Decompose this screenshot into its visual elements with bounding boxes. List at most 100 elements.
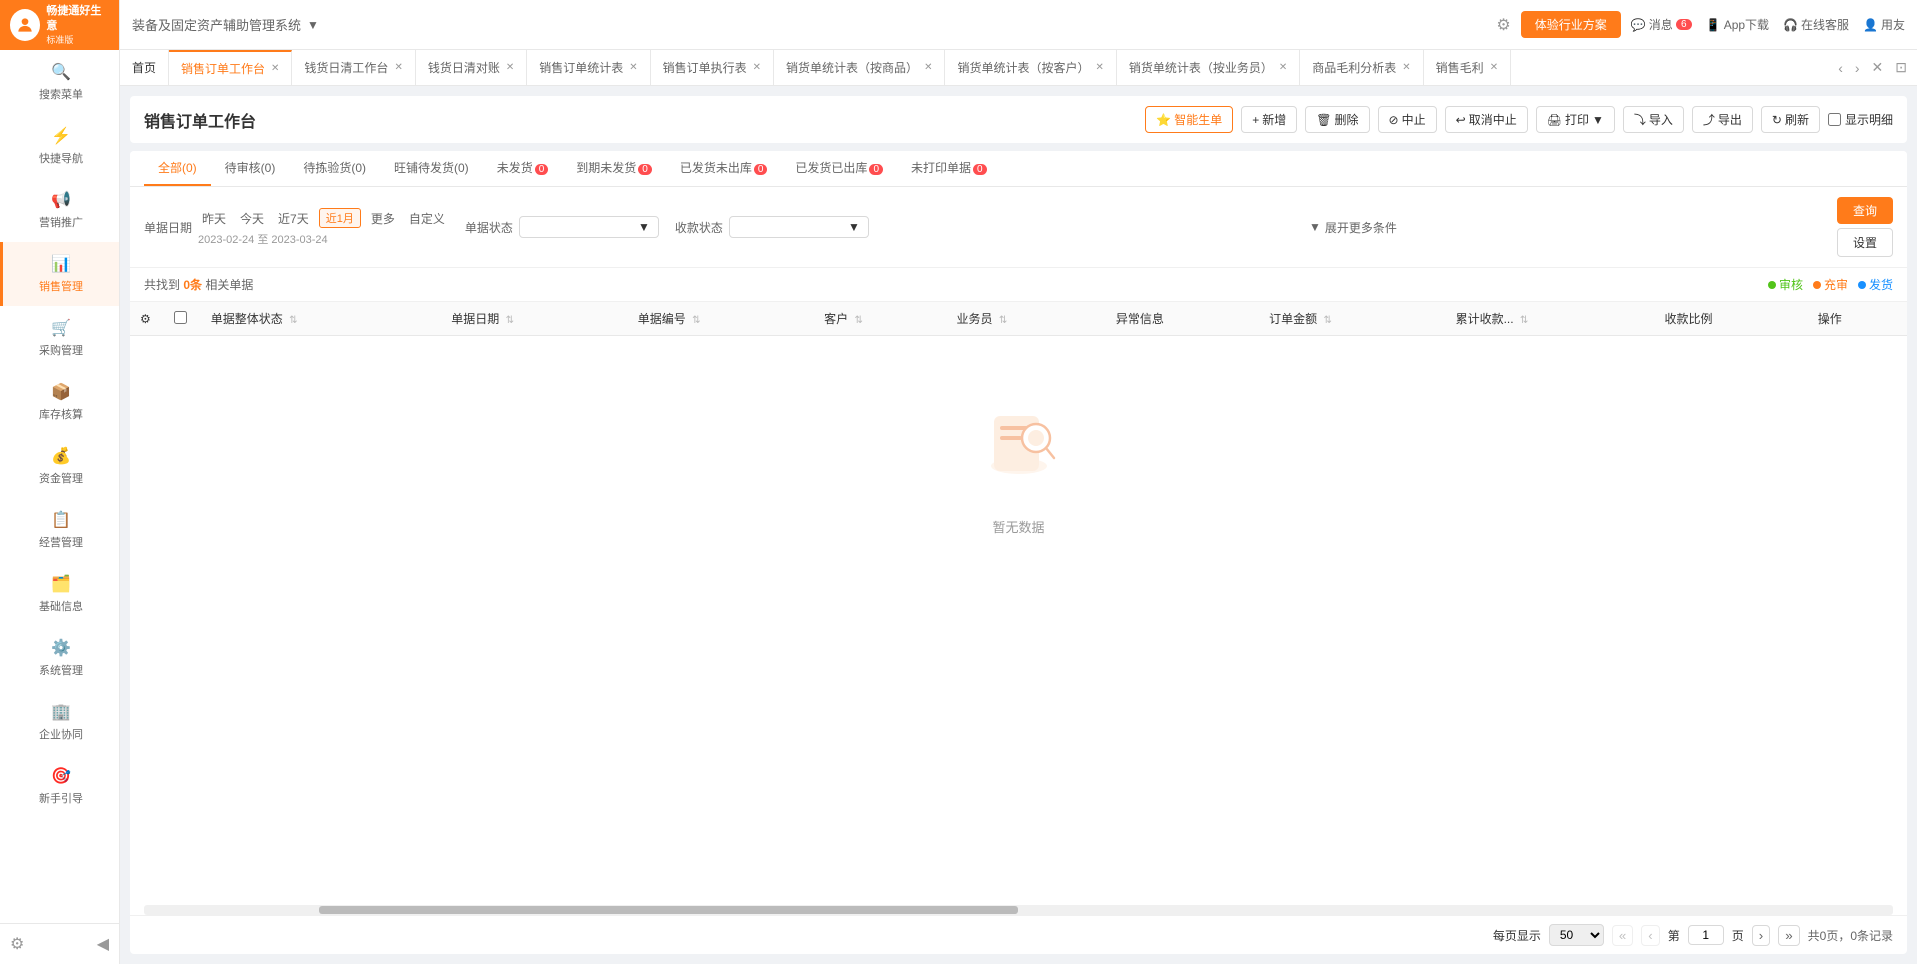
tab-close-sales-summary-staff[interactable]: ✕ [1279,62,1287,73]
tab-sales-summary-staff[interactable]: 销货单统计表（按业务员）✕ [1117,50,1300,86]
collection-select[interactable]: ▼ [729,216,869,238]
sidebar-item-enterprise[interactable]: 🏢企业协同 [0,690,119,754]
sidebar-item-quick[interactable]: ⚡快捷导航 [0,114,119,178]
tab-next-btn[interactable]: › [1851,58,1864,78]
date-filter-label: 单据日期 [144,219,192,236]
stop-btn[interactable]: ⊘ 中止 [1378,106,1437,133]
query-btn[interactable]: 查询 [1837,197,1893,224]
filter-tab-pending_check[interactable]: 待拣验货(0) [289,151,380,186]
filter-tab-not_shipped[interactable]: 未发货0 [483,151,563,186]
topbar-settings-icon[interactable]: ⚙ [1496,15,1510,35]
sidebar-item-capital[interactable]: 💰资金管理 [0,434,119,498]
tab-sales-gross[interactable]: 销售毛利✕ [1424,50,1511,86]
sidebar-item-purchase[interactable]: 🛒采购管理 [0,306,119,370]
filter-tab-overdue_not_shipped[interactable]: 到期未发货0 [562,151,666,186]
message-item[interactable]: 💬 消息 6 [1631,16,1692,33]
tab-cash-daily[interactable]: 钱货日清工作台✕ [292,50,415,86]
tab-prev-btn[interactable]: ‹ [1834,58,1847,78]
tab-sales-summary-customer[interactable]: 销货单统计表（按客户）✕ [945,50,1116,86]
tab-close-sales-summary-customer[interactable]: ✕ [1095,62,1103,73]
tab-close-sales-summary-product[interactable]: ✕ [924,62,932,73]
ship-action-btn[interactable]: 发货 [1858,276,1893,293]
export-btn[interactable]: ⤴ 导出 [1692,106,1753,133]
sidebar-bottom: ⚙ ◀ [0,923,119,964]
expand-filter-btn[interactable]: ▼ 展开更多条件 [1309,219,1397,236]
set-btn[interactable]: 设置 [1837,228,1893,257]
prev-page-btn[interactable]: ‹ [1641,925,1659,946]
status-select[interactable]: ▼ [519,216,659,238]
filter-tab-not_printed[interactable]: 未打印单据0 [897,151,1001,186]
show-detail-checkbox[interactable] [1828,113,1841,126]
app-download-item[interactable]: 📱 App下载 [1706,16,1769,33]
tab-close-cash-reconcile[interactable]: ✕ [506,62,514,73]
tab-close-cash-daily[interactable]: ✕ [394,62,402,73]
tab-sales-workbench[interactable]: 销售订单工作台✕ [169,50,292,86]
print-btn[interactable]: 🖨 打印 ▼ [1536,106,1615,133]
sidebar-item-sales[interactable]: 📊销售管理 [0,242,119,306]
last-page-btn[interactable]: » [1778,925,1799,946]
sidebar-item-inventory[interactable]: 📦库存核算 [0,370,119,434]
anti-review-action-btn[interactable]: 充审 [1813,276,1848,293]
tab-close-all-btn[interactable]: ✕ [1868,57,1888,78]
refresh-btn[interactable]: ↻ 刷新 [1761,106,1820,133]
tab-close-sales-gross[interactable]: ✕ [1490,62,1498,73]
col-date[interactable]: 单据日期 ⇅ [441,302,627,336]
date-opt-今天[interactable]: 今天 [236,208,268,229]
sidebar-item-icon-purchase: 🛒 [51,318,71,338]
per-page-select[interactable]: 50 10 20 100 [1549,924,1604,946]
tab-sales-stat[interactable]: 销售订单统计表✕ [527,50,650,86]
sidebar-item-system[interactable]: ⚙️系统管理 [0,626,119,690]
settings-bottom-btn[interactable]: ⚙ [10,934,24,954]
collapse-btn[interactable]: ◀ [97,934,109,954]
date-opt-更多[interactable]: 更多 [367,208,399,229]
date-opt-近1月[interactable]: 近1月 [319,208,361,228]
cancel-stop-btn[interactable]: ↩ 取消中止 [1445,106,1528,133]
tab-expand-btn[interactable]: ⊡ [1891,57,1911,78]
col-number[interactable]: 单据编号 ⇅ [628,302,814,336]
system-dropdown-icon[interactable]: ▼ [307,18,319,32]
col-collected[interactable]: 累计收款... ⇅ [1446,302,1655,336]
filter-tab-badge-not_shipped: 0 [535,164,549,175]
filter-tab-pending_review[interactable]: 待审核(0) [211,151,290,186]
tab-sales-exec[interactable]: 销售订单执行表✕ [651,50,774,86]
service-item[interactable]: 🎧 在线客服 [1783,16,1849,33]
user-item[interactable]: 👤 用友 [1863,16,1905,33]
sidebar-item-operation[interactable]: 📋经营管理 [0,498,119,562]
scrollbar-thumb[interactable] [319,906,1019,914]
date-opt-近7天[interactable]: 近7天 [274,208,313,229]
sidebar-item-base[interactable]: 🗂️基础信息 [0,562,119,626]
horizontal-scrollbar[interactable] [144,905,1893,915]
first-page-btn[interactable]: « [1612,925,1633,946]
date-opt-昨天[interactable]: 昨天 [198,208,230,229]
col-status[interactable]: 单据整体状态 ⇅ [201,302,442,336]
col-amount[interactable]: 订单金额 ⇅ [1259,302,1445,336]
filter-tab-wangpu_pending[interactable]: 旺铺待发货(0) [380,151,483,186]
smart-create-btn[interactable]: ⭐ 智能生单 [1145,106,1233,133]
industry-btn[interactable]: 体验行业方案 [1521,11,1621,38]
tab-home[interactable]: 首页 [120,50,169,86]
import-btn[interactable]: ⤵ 导入 [1623,106,1684,133]
delete-btn[interactable]: 🗑 删除 [1305,106,1369,133]
show-detail-label[interactable]: 显示明细 [1828,111,1893,128]
filter-tab-shipped_not_out[interactable]: 已发货未出库0 [666,151,782,186]
tab-product-margin[interactable]: 商品毛利分析表✕ [1300,50,1423,86]
date-opt-自定义[interactable]: 自定义 [405,208,449,229]
col-customer[interactable]: 客户 ⇅ [814,302,946,336]
sidebar-item-search[interactable]: 🔍搜索菜单 [0,50,119,114]
tab-cash-reconcile[interactable]: 钱货日清对账✕ [416,50,527,86]
sidebar-item-guide[interactable]: 🎯新手引导 [0,754,119,818]
col-salesperson[interactable]: 业务员 ⇅ [947,302,1106,336]
tab-close-sales-exec[interactable]: ✕ [753,62,761,73]
page-number-input[interactable] [1688,925,1724,945]
tab-close-sales-workbench[interactable]: ✕ [271,63,279,74]
sidebar-item-marketing[interactable]: 📢营销推广 [0,178,119,242]
filter-tab-shipped_out[interactable]: 已发货已出库0 [781,151,897,186]
add-btn[interactable]: + 新增 [1241,106,1297,133]
next-page-btn[interactable]: › [1752,925,1770,946]
select-all-checkbox[interactable] [174,311,187,324]
tab-close-product-margin[interactable]: ✕ [1402,62,1410,73]
tab-sales-summary-product[interactable]: 销货单统计表（按商品）✕ [774,50,945,86]
filter-tab-all[interactable]: 全部(0) [144,151,211,186]
tab-close-sales-stat[interactable]: ✕ [629,62,637,73]
review-action-btn[interactable]: 审核 [1768,276,1803,293]
